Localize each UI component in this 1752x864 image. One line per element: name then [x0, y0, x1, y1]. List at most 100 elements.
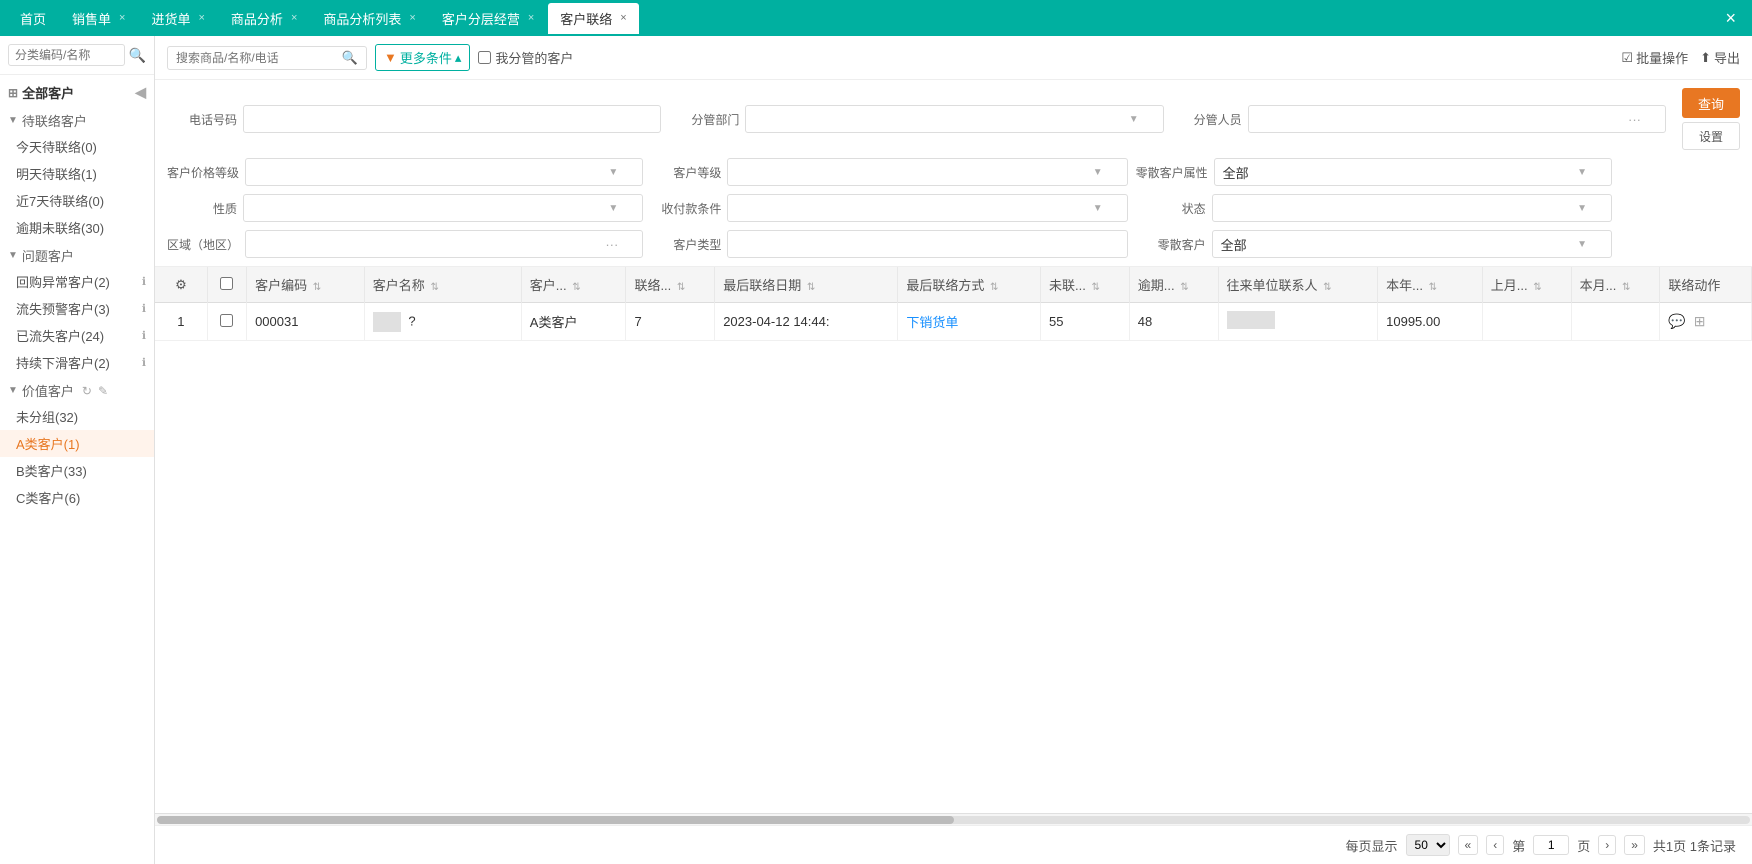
- dots-icon[interactable]: ···: [1628, 112, 1641, 127]
- filter-payment-select[interactable]: ▼: [727, 194, 1127, 222]
- refresh-icon[interactable]: ↻: [82, 384, 92, 398]
- filter-person-select[interactable]: ···: [1248, 105, 1666, 133]
- sort-icon[interactable]: ⇅: [1091, 282, 1099, 293]
- close-icon[interactable]: ×: [409, 12, 415, 24]
- arrow-icon: ▼: [8, 385, 18, 396]
- sidebar-item-today[interactable]: 今天待联络(0): [0, 133, 154, 160]
- nav-tab-customer-contact[interactable]: 客户联络 ×: [548, 3, 638, 34]
- sort-icon[interactable]: ⇅: [1533, 282, 1541, 293]
- per-page-select[interactable]: 50: [1406, 834, 1450, 856]
- filter-customer-type-input[interactable]: [727, 230, 1127, 258]
- sort-icon[interactable]: ⇅: [572, 282, 580, 293]
- more-icon[interactable]: ⊞: [1694, 313, 1706, 330]
- row-checkbox[interactable]: [220, 314, 233, 327]
- customer-type: A类客户: [521, 303, 626, 341]
- sort-icon[interactable]: ⇅: [677, 282, 685, 293]
- sidebar-item-tomorrow[interactable]: 明天待联络(1): [0, 160, 154, 187]
- toolbar: 🔍 ▼ 更多条件 ▴ 我分管的客户 ☑ 批量操作 ⬆ 导出: [155, 36, 1752, 80]
- my-customers-checkbox[interactable]: [478, 51, 491, 64]
- edit-icon[interactable]: ✎: [98, 384, 108, 398]
- sort-icon[interactable]: ⇅: [807, 282, 815, 293]
- sidebar-group-pending[interactable]: ▼ 待联络客户: [0, 106, 154, 133]
- filter-nature-select[interactable]: ▼: [243, 194, 643, 222]
- sidebar-item-repurchase-abnormal[interactable]: 回购异常客户(2) ℹ: [0, 268, 154, 295]
- export-button[interactable]: ⬆ 导出: [1700, 48, 1740, 67]
- filter-status-select[interactable]: ▼: [1212, 194, 1612, 222]
- filter-phone-input[interactable]: [243, 105, 661, 133]
- query-button[interactable]: 查询: [1682, 88, 1740, 118]
- row-actions: 💬 ⊞: [1660, 303, 1752, 341]
- sort-icon[interactable]: ⇅: [1429, 282, 1437, 293]
- sort-icon[interactable]: ⇅: [1180, 282, 1188, 293]
- sidebar-item-overdue[interactable]: 逾期未联络(30): [0, 214, 154, 241]
- sort-icon[interactable]: ⇅: [1622, 282, 1630, 293]
- sidebar-search-input[interactable]: [8, 44, 125, 66]
- sidebar-group-value[interactable]: ▼ 价值客户 ↻ ✎: [0, 376, 154, 403]
- sort-icon[interactable]: ⇅: [430, 282, 438, 293]
- filter-customer-level-select[interactable]: ▼: [727, 158, 1127, 186]
- window-close-button[interactable]: ×: [1717, 4, 1744, 33]
- search-box[interactable]: 🔍: [167, 46, 367, 70]
- close-icon[interactable]: ×: [528, 12, 534, 24]
- chat-icon[interactable]: 💬: [1668, 313, 1685, 330]
- action-icons-group: 💬 ⊞: [1668, 313, 1743, 330]
- scrollbar-thumb[interactable]: [157, 816, 954, 824]
- main-layout: 🔍 ⊞ 全部客户 ◀ ▼ 待联络客户 今天待联络(0) 明天待联络(1) 近7天…: [0, 36, 1752, 864]
- search-input[interactable]: [176, 51, 338, 65]
- last-method-link[interactable]: 下销货单: [906, 315, 958, 330]
- sidebar-item-class-a[interactable]: A类客户(1): [0, 430, 154, 457]
- sidebar-item-ungrouped[interactable]: 未分组(32): [0, 403, 154, 430]
- sidebar-item-churned[interactable]: 已流失客户(24) ℹ: [0, 322, 154, 349]
- scrollbar-track[interactable]: [157, 816, 1750, 824]
- nav-tab-analysis-list[interactable]: 商品分析列表 ×: [311, 3, 427, 34]
- close-icon[interactable]: ×: [119, 12, 125, 24]
- close-icon[interactable]: ×: [198, 12, 204, 24]
- filter-retail-attr-select[interactable]: 全部 ▼: [1214, 158, 1612, 186]
- sort-icon[interactable]: ⇅: [1323, 282, 1331, 293]
- dots-icon[interactable]: ···: [605, 237, 618, 252]
- page-number-input[interactable]: [1533, 835, 1569, 855]
- nav-tab-analysis[interactable]: 商品分析 ×: [219, 3, 309, 34]
- filter-retail-select[interactable]: 全部 ▼: [1212, 230, 1612, 258]
- settings-button[interactable]: 设置: [1682, 122, 1740, 150]
- nav-home[interactable]: 首页: [8, 3, 58, 34]
- info-icon: ℹ: [142, 356, 146, 369]
- sort-icon[interactable]: ⇅: [313, 282, 321, 293]
- first-page-button[interactable]: «: [1458, 835, 1479, 855]
- last-page-button[interactable]: »: [1624, 835, 1645, 855]
- sidebar-item-class-c[interactable]: C类客户(6): [0, 484, 154, 511]
- toolbar-right: ☑ 批量操作 ⬆ 导出: [1621, 48, 1740, 67]
- info-icon: ℹ: [142, 275, 146, 288]
- filter-row-1: 电话号码 分管部门 ▼ 分管人员 ···: [167, 88, 1740, 150]
- close-icon[interactable]: ×: [620, 12, 626, 24]
- filter-region-select[interactable]: ···: [245, 230, 643, 258]
- filter-dept-select[interactable]: ▼: [745, 105, 1163, 133]
- prev-page-button[interactable]: ‹: [1486, 835, 1504, 855]
- more-filters-button[interactable]: ▼ 更多条件 ▴: [375, 44, 470, 71]
- chevron-down-icon: ▼: [608, 167, 618, 178]
- prev-contact-person: [1218, 303, 1378, 341]
- select-all-checkbox[interactable]: [220, 277, 233, 290]
- nav-tab-sales[interactable]: 销售单 ×: [60, 3, 137, 34]
- sidebar-item-declining[interactable]: 持续下滑客户(2) ℹ: [0, 349, 154, 376]
- sidebar-item-churn-warning[interactable]: 流失预警客户(3) ℹ: [0, 295, 154, 322]
- sidebar-item-class-b[interactable]: B类客户(33): [0, 457, 154, 484]
- settings-icon[interactable]: ⚙: [175, 277, 187, 292]
- filter-price-level-select[interactable]: ▼: [245, 158, 643, 186]
- nav-tab-purchase[interactable]: 进货单 ×: [139, 3, 216, 34]
- next-page-button[interactable]: ›: [1598, 835, 1616, 855]
- batch-ops-button[interactable]: ☑ 批量操作: [1621, 48, 1688, 67]
- col-header-check: [207, 267, 246, 303]
- close-icon[interactable]: ×: [291, 12, 297, 24]
- my-customers-checkbox-label[interactable]: 我分管的客户: [478, 48, 573, 67]
- sidebar-item-7days[interactable]: 近7天待联络(0): [0, 187, 154, 214]
- search-icon[interactable]: 🔍: [129, 47, 146, 64]
- sort-icon[interactable]: ⇅: [990, 282, 998, 293]
- sidebar-group-problem[interactable]: ▼ 问题客户: [0, 241, 154, 268]
- filter-phone: 电话号码: [167, 105, 661, 133]
- nav-tab-customer-segment[interactable]: 客户分层经营 ×: [430, 3, 546, 34]
- filter-price-level-label: 客户价格等级: [167, 164, 239, 181]
- sidebar-collapse-button[interactable]: ◀: [135, 84, 146, 101]
- horizontal-scrollbar[interactable]: [155, 813, 1752, 825]
- col-header-unlinked: 未联... ⇅: [1040, 267, 1129, 303]
